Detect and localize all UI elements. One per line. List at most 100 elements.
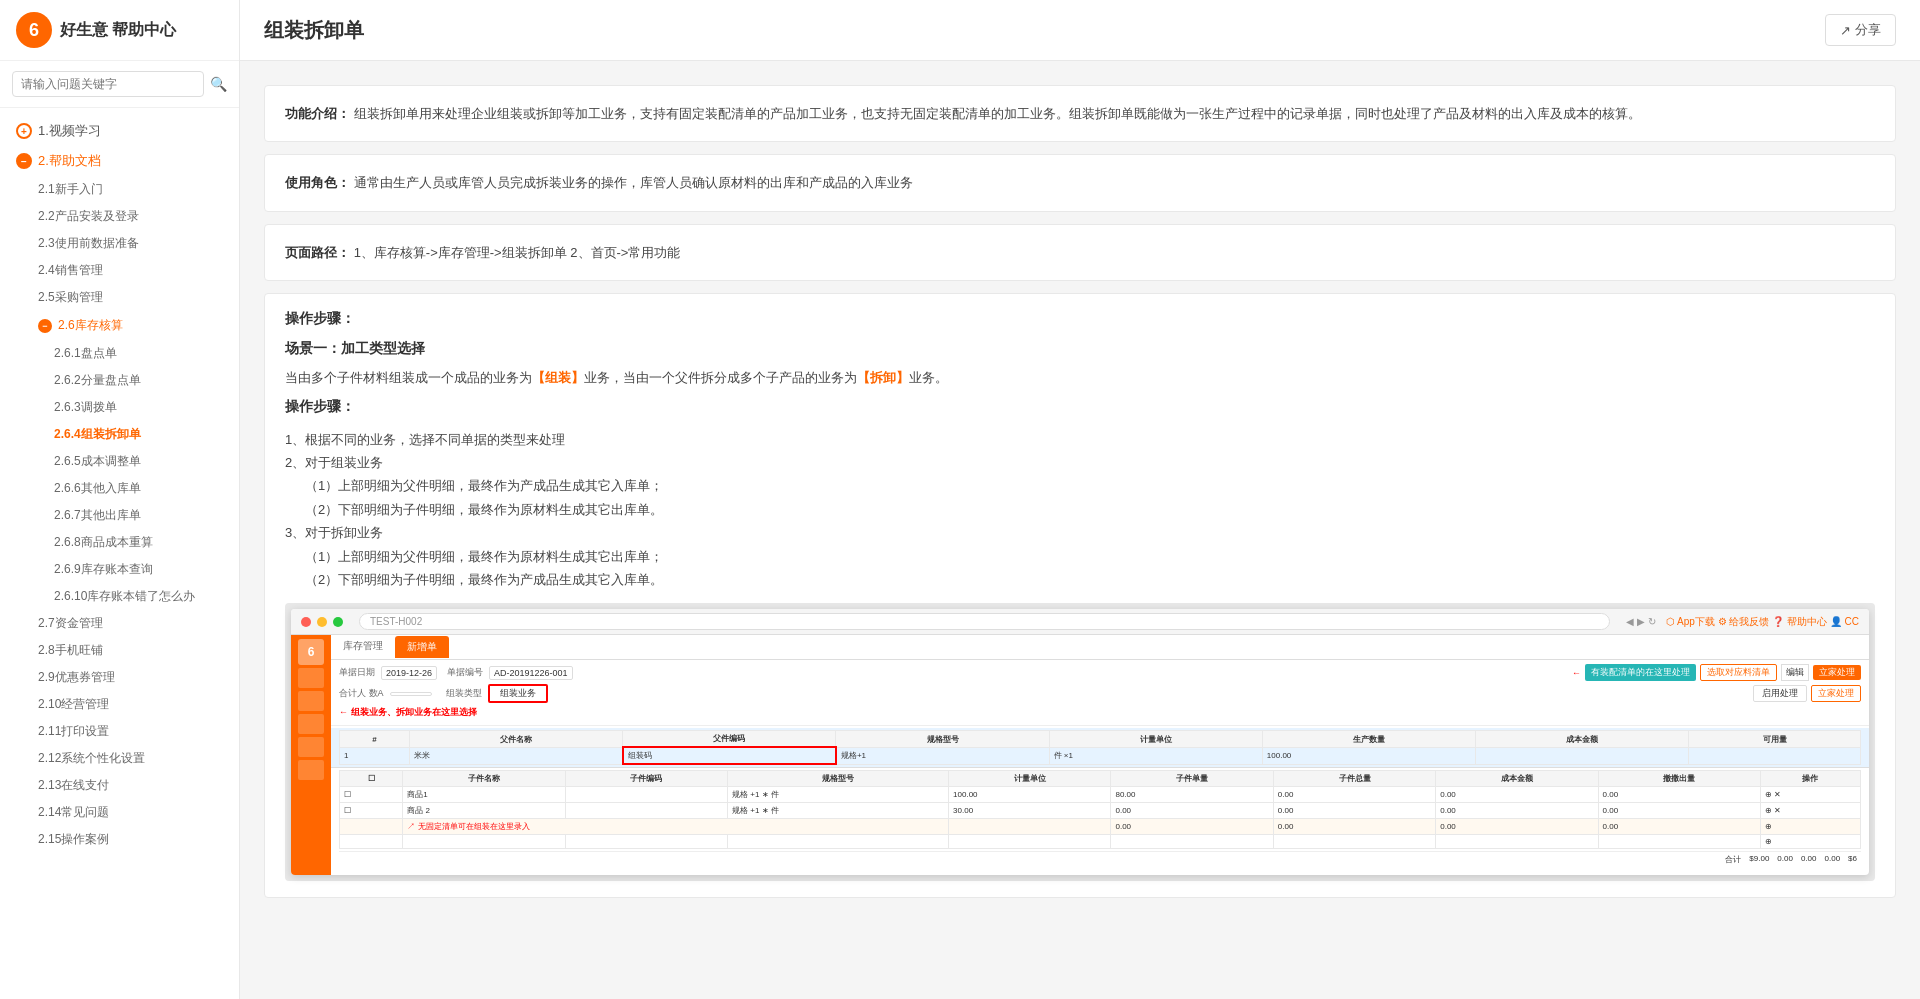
- sidebar-item-214[interactable]: 2.14常见问题: [30, 799, 239, 826]
- table-area-header: # 父件名称 父件编码 规格型号 计量单位 生产数量 成本金额: [331, 728, 1869, 768]
- lr-4h: [1436, 835, 1598, 849]
- total-val5: $6: [1848, 854, 1857, 865]
- teal-annotation-badge: 有装配清单的在这里处理: [1585, 664, 1696, 681]
- screenshot-chrome: TEST-H002 ◀ ▶ ↻ ⬡ App下载 ⚙ 给我反馈 ❓ 帮助中心 👤 …: [291, 609, 1869, 875]
- btn-edit[interactable]: 编辑: [1781, 664, 1809, 681]
- lr-check-3: [340, 819, 403, 835]
- sidebar-item-267[interactable]: 2.6.7其他出库单: [46, 502, 239, 529]
- lr-4g: [1273, 835, 1435, 849]
- lr-action-2[interactable]: ⊕ ✕: [1760, 803, 1860, 819]
- td-unit-1: 件 ×1: [1049, 747, 1262, 764]
- total-val3: 0.00: [1801, 854, 1817, 865]
- lr-name-2: 商品 2: [403, 803, 565, 819]
- th-seq: #: [340, 731, 410, 748]
- teal-annotation-area: ← 有装配清单的在这里处理 选取对应料清单 编辑 立家处理: [1572, 664, 1861, 681]
- td-avail-1: [1689, 747, 1861, 764]
- sidebar-item-video[interactable]: + 1.视频学习: [0, 116, 239, 146]
- sidebar-item-21[interactable]: 2.1新手入门: [30, 176, 239, 203]
- lr-ratio-3: 0.00: [1111, 819, 1273, 835]
- sidebar-item-26[interactable]: − 2.6库存核算: [30, 311, 239, 340]
- sidebar-item-265[interactable]: 2.6.5成本调整单: [46, 448, 239, 475]
- sidebar-item-262[interactable]: 2.6.2分量盘点单: [46, 367, 239, 394]
- lower-row-2: ☐ 商品 2 规格 +1 ∗ 件 30.00 0.00 0.00: [340, 803, 1861, 819]
- lr-4b: [403, 835, 565, 849]
- th-col5: 生产数量: [1262, 731, 1475, 748]
- td-name-1: 米米: [409, 747, 622, 764]
- nav-sub-docs: 2.1新手入门 2.2产品安装及登录 2.3使用前数据准备 2.4销售管理 2.…: [0, 176, 239, 853]
- screenshot-wrapper: TEST-H002 ◀ ▶ ↻ ⬡ App下载 ⚙ 给我反馈 ❓ 帮助中心 👤 …: [285, 603, 1875, 881]
- page-title: 组装拆卸单: [264, 17, 364, 44]
- sidebar-item-266[interactable]: 2.6.6其他入库单: [46, 475, 239, 502]
- sidebar-item-23[interactable]: 2.3使用前数据准备: [30, 230, 239, 257]
- lth-name: 子件名称: [403, 771, 565, 787]
- mini-icon-2: [298, 691, 324, 711]
- share-button[interactable]: ↗ 分享: [1825, 14, 1896, 46]
- logo-icon: 6: [16, 12, 52, 48]
- btn-type-search[interactable]: 启用处理: [1753, 685, 1807, 702]
- app-tab-inventory[interactable]: 库存管理: [331, 635, 395, 659]
- sidebar-item-25[interactable]: 2.5采购管理: [30, 284, 239, 311]
- step2-sub2: （2）下部明细为子件明细，最终作为原材料生成其它出库单。: [305, 498, 1875, 521]
- feature-text: 组装拆卸单用来处理企业组装或拆卸等加工业务，支持有固定装配清单的产品加工业务，也…: [354, 106, 1641, 121]
- step3: 3、对于拆卸业务: [285, 521, 1875, 544]
- lth-spec: 规格型号: [728, 771, 949, 787]
- lr-4j[interactable]: ⊕: [1760, 835, 1860, 849]
- sidebar-item-213[interactable]: 2.13在线支付: [30, 772, 239, 799]
- annotation-text-1: ← 组装业务、拆卸业务在这里选择: [339, 706, 1861, 719]
- search-box: 🔍: [0, 61, 239, 108]
- chrome-min-dot: [317, 617, 327, 627]
- sidebar-item-22[interactable]: 2.2产品安装及登录: [30, 203, 239, 230]
- sidebar-item-215[interactable]: 2.15操作案例: [30, 826, 239, 853]
- app-tab-new[interactable]: 新增单: [395, 636, 449, 658]
- btn-select-clearlist[interactable]: 选取对应料清单: [1700, 664, 1777, 681]
- sidebar-item-28[interactable]: 2.8手机旺铺: [30, 637, 239, 664]
- app-main: 库存管理 新增单 单据日期 2019-12-26 单据编号: [331, 635, 1869, 875]
- sidebar-item-263[interactable]: 2.6.3调拨单: [46, 394, 239, 421]
- sidebar: 6 好生意 帮助中心 🔍 + 1.视频学习 − 2.帮助文档 2.1新手入门 2…: [0, 0, 240, 999]
- sidebar-item-264[interactable]: 2.6.4组装拆卸单: [46, 421, 239, 448]
- path-text: 1、库存核算->库存管理->组装拆卸单 2、首页->常用功能: [354, 245, 681, 260]
- upper-table: # 父件名称 父件编码 规格型号 计量单位 生产数量 成本金额: [339, 730, 1861, 765]
- search-icon[interactable]: 🔍: [210, 76, 227, 92]
- search-input[interactable]: [12, 71, 204, 97]
- lr-4c: [565, 835, 727, 849]
- lr-action-3[interactable]: ⊕: [1760, 819, 1860, 835]
- logo-text: 好生意 帮助中心: [60, 20, 176, 41]
- btn-type-confirm[interactable]: 立家处理: [1811, 685, 1861, 702]
- step3-sub1: （1）上部明细为父件明细，最终作为原材料生成其它出库单；: [305, 545, 1875, 568]
- ops-title: 操作步骤：: [285, 310, 1875, 328]
- form-count: [390, 692, 432, 696]
- app-icon-small: ⬡ App下载 ⚙ 给我反馈 ❓ 帮助中心 👤 CC: [1666, 615, 1859, 629]
- main-header: 组装拆卸单 ↗ 分享: [240, 0, 1920, 61]
- lth-cost: 成本金额: [1436, 771, 1598, 787]
- th-col2: 父件编码: [623, 731, 836, 748]
- lr-cost-3: 0.00: [1436, 819, 1598, 835]
- annotation2-area: 启用处理 立家处理: [1753, 685, 1861, 702]
- sidebar-item-2610[interactable]: 2.6.10库存账本错了怎么办: [46, 583, 239, 610]
- lr-action-1[interactable]: ⊕ ✕: [1760, 787, 1860, 803]
- sidebar-item-docs[interactable]: − 2.帮助文档: [0, 146, 239, 176]
- sidebar-item-211[interactable]: 2.11打印设置: [30, 718, 239, 745]
- th-col7: 可用量: [1689, 731, 1861, 748]
- sidebar-item-261[interactable]: 2.6.1盘点单: [46, 340, 239, 367]
- sidebar-item-268[interactable]: 2.6.8商品成本重算: [46, 529, 239, 556]
- table-header-row: # 父件名称 父件编码 规格型号 计量单位 生产数量 成本金额: [340, 731, 1861, 748]
- nav-sub-26: 2.6.1盘点单 2.6.2分量盘点单 2.6.3调拨单 2.6.4组装拆卸单 …: [30, 340, 239, 610]
- mini-icon-4: [298, 737, 324, 757]
- minus-icon-26: −: [38, 319, 52, 333]
- btn-confirm[interactable]: 立家处理: [1813, 665, 1861, 680]
- chrome-close-dot: [301, 617, 311, 627]
- role-box: 使用角色： 通常由生产人员或库管人员完成拆装业务的操作，库管人员确认原材料的出库…: [264, 154, 1896, 211]
- lr-qty-1: 0.00: [1273, 787, 1435, 803]
- lth-qty: 子件总量: [1273, 771, 1435, 787]
- sidebar-item-210[interactable]: 2.10经营管理: [30, 691, 239, 718]
- mini-icon-1: [298, 668, 324, 688]
- sidebar-item-24[interactable]: 2.4销售管理: [30, 257, 239, 284]
- sidebar-item-27[interactable]: 2.7资金管理: [30, 610, 239, 637]
- app-table-area: # 父件名称 父件编码 规格型号 计量单位 生产数量 成本金额: [331, 726, 1869, 875]
- sidebar-item-29[interactable]: 2.9优惠券管理: [30, 664, 239, 691]
- sidebar-item-212[interactable]: 2.12系统个性化设置: [30, 745, 239, 772]
- total-label: 合计: [1725, 854, 1741, 865]
- sidebar-item-269[interactable]: 2.6.9库存账本查询: [46, 556, 239, 583]
- td-cost-1: [1476, 747, 1689, 764]
